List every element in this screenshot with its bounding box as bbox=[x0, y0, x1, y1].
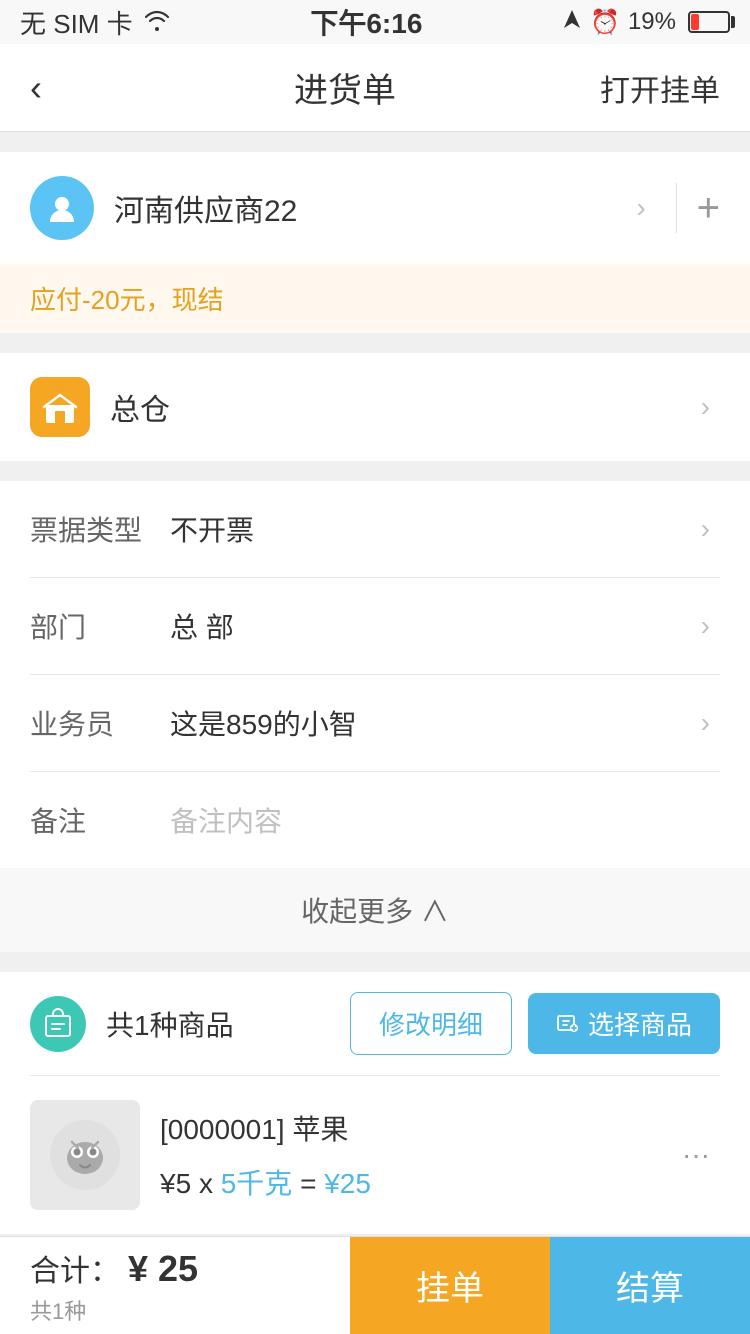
remark-input[interactable]: 备注内容 bbox=[150, 800, 720, 840]
remark-row[interactable]: 备注 备注内容 bbox=[0, 772, 750, 868]
gap-4 bbox=[0, 952, 750, 972]
supplier-divider bbox=[676, 183, 677, 233]
product-header: 共1种商品 修改明细 选择商品 bbox=[0, 972, 750, 1075]
form-section: 票据类型 不开票 › 部门 总 部 › 业务员 这是859的小智 › 备注 备注… bbox=[0, 481, 750, 868]
salesman-value: 这是859的小智 bbox=[150, 703, 701, 743]
total-section: 合计： ¥ 25 共1种 bbox=[0, 1246, 350, 1326]
warehouse-section: 总仓 › bbox=[0, 353, 750, 461]
status-bar: 无 SIM 卡 下午6:16 ⏰ 19% bbox=[0, 0, 750, 44]
department-row[interactable]: 部门 总 部 › bbox=[0, 578, 750, 674]
gap-1 bbox=[0, 132, 750, 152]
battery-percent: 19% bbox=[628, 8, 676, 36]
total-label: 合计： ¥ 25 bbox=[30, 1246, 320, 1290]
total-label-text: 合计： bbox=[30, 1246, 120, 1290]
warehouse-icon bbox=[30, 377, 90, 437]
supplier-chevron-icon: › bbox=[636, 192, 645, 224]
department-label: 部门 bbox=[30, 606, 150, 646]
product-count-text: 共1种商品 bbox=[106, 1004, 350, 1044]
item-total: ¥25 bbox=[324, 1168, 371, 1199]
gap-2 bbox=[0, 333, 750, 353]
select-product-label: 选择商品 bbox=[588, 1005, 692, 1042]
warehouse-chevron-icon: › bbox=[701, 391, 710, 423]
open-hang-button[interactable]: 打开挂单 bbox=[600, 66, 720, 110]
multiply-symbol: x bbox=[199, 1168, 221, 1199]
supplier-avatar bbox=[30, 176, 94, 240]
gap-3 bbox=[0, 461, 750, 481]
department-chevron-icon: › bbox=[701, 610, 710, 642]
invoice-value: 不开票 bbox=[150, 509, 701, 549]
product-item: [0000001] 苹果 ¥5 x 5千克 = ¥25 ··· bbox=[0, 1076, 750, 1234]
wifi-icon bbox=[143, 7, 171, 38]
salesman-row[interactable]: 业务员 这是859的小智 › bbox=[0, 675, 750, 771]
page-title: 进货单 bbox=[294, 63, 396, 112]
status-time: 下午6:16 bbox=[310, 2, 422, 42]
salesman-label: 业务员 bbox=[30, 703, 150, 743]
product-title: 苹果 bbox=[292, 1114, 348, 1145]
supplier-row[interactable]: 河南供应商22 › + bbox=[0, 152, 750, 264]
invoice-label: 票据类型 bbox=[30, 509, 150, 549]
edit-detail-button[interactable]: 修改明细 bbox=[350, 992, 512, 1055]
location-icon bbox=[562, 8, 582, 37]
carrier-label: 无 SIM 卡 bbox=[20, 4, 133, 41]
department-value: 总 部 bbox=[150, 606, 701, 646]
bottom-bar: 合计： ¥ 25 共1种 挂单 结算 bbox=[0, 1236, 750, 1334]
product-code: [0000001] bbox=[160, 1114, 285, 1145]
status-right: ⏰ 19% bbox=[562, 8, 730, 37]
product-name: [0000001] 苹果 bbox=[160, 1108, 672, 1148]
nav-bar: ‹ 进货单 打开挂单 bbox=[0, 44, 750, 132]
unit-price: ¥5 bbox=[160, 1168, 191, 1199]
equals-symbol: = bbox=[300, 1168, 324, 1199]
salesman-chevron-icon: › bbox=[701, 707, 710, 739]
back-button[interactable]: ‹ bbox=[30, 67, 90, 109]
remark-label: 备注 bbox=[30, 800, 150, 840]
alarm-icon: ⏰ bbox=[590, 8, 620, 37]
select-product-button[interactable]: 选择商品 bbox=[528, 993, 720, 1054]
supplier-section: 河南供应商22 › + 应付-20元，现结 bbox=[0, 152, 750, 333]
supplier-name: 河南供应商22 bbox=[114, 186, 636, 230]
product-section: 共1种商品 修改明细 选择商品 bbox=[0, 972, 750, 1234]
quantity: 5千克 bbox=[221, 1168, 293, 1199]
invoice-row[interactable]: 票据类型 不开票 › bbox=[0, 481, 750, 577]
battery-icon bbox=[688, 11, 730, 33]
hang-button[interactable]: 挂单 bbox=[350, 1237, 550, 1334]
status-left: 无 SIM 卡 bbox=[20, 4, 171, 41]
invoice-chevron-icon: › bbox=[701, 513, 710, 545]
product-more-button[interactable]: ··· bbox=[672, 1129, 720, 1181]
warehouse-name: 总仓 bbox=[110, 385, 701, 429]
total-amount: ¥ 25 bbox=[128, 1248, 198, 1290]
add-button[interactable]: + bbox=[697, 186, 720, 231]
product-info: [0000001] 苹果 ¥5 x 5千克 = ¥25 bbox=[160, 1108, 672, 1202]
product-thumbnail bbox=[30, 1100, 140, 1210]
product-price: ¥5 x 5千克 = ¥25 bbox=[160, 1162, 672, 1202]
checkout-button[interactable]: 结算 bbox=[550, 1237, 750, 1334]
total-sub: 共1种 bbox=[30, 1294, 320, 1326]
product-count-icon bbox=[30, 996, 86, 1052]
alert-banner: 应付-20元，现结 bbox=[0, 264, 750, 333]
warehouse-row[interactable]: 总仓 › bbox=[0, 353, 750, 461]
collapse-button[interactable]: 收起更多 ∧ bbox=[0, 868, 750, 952]
